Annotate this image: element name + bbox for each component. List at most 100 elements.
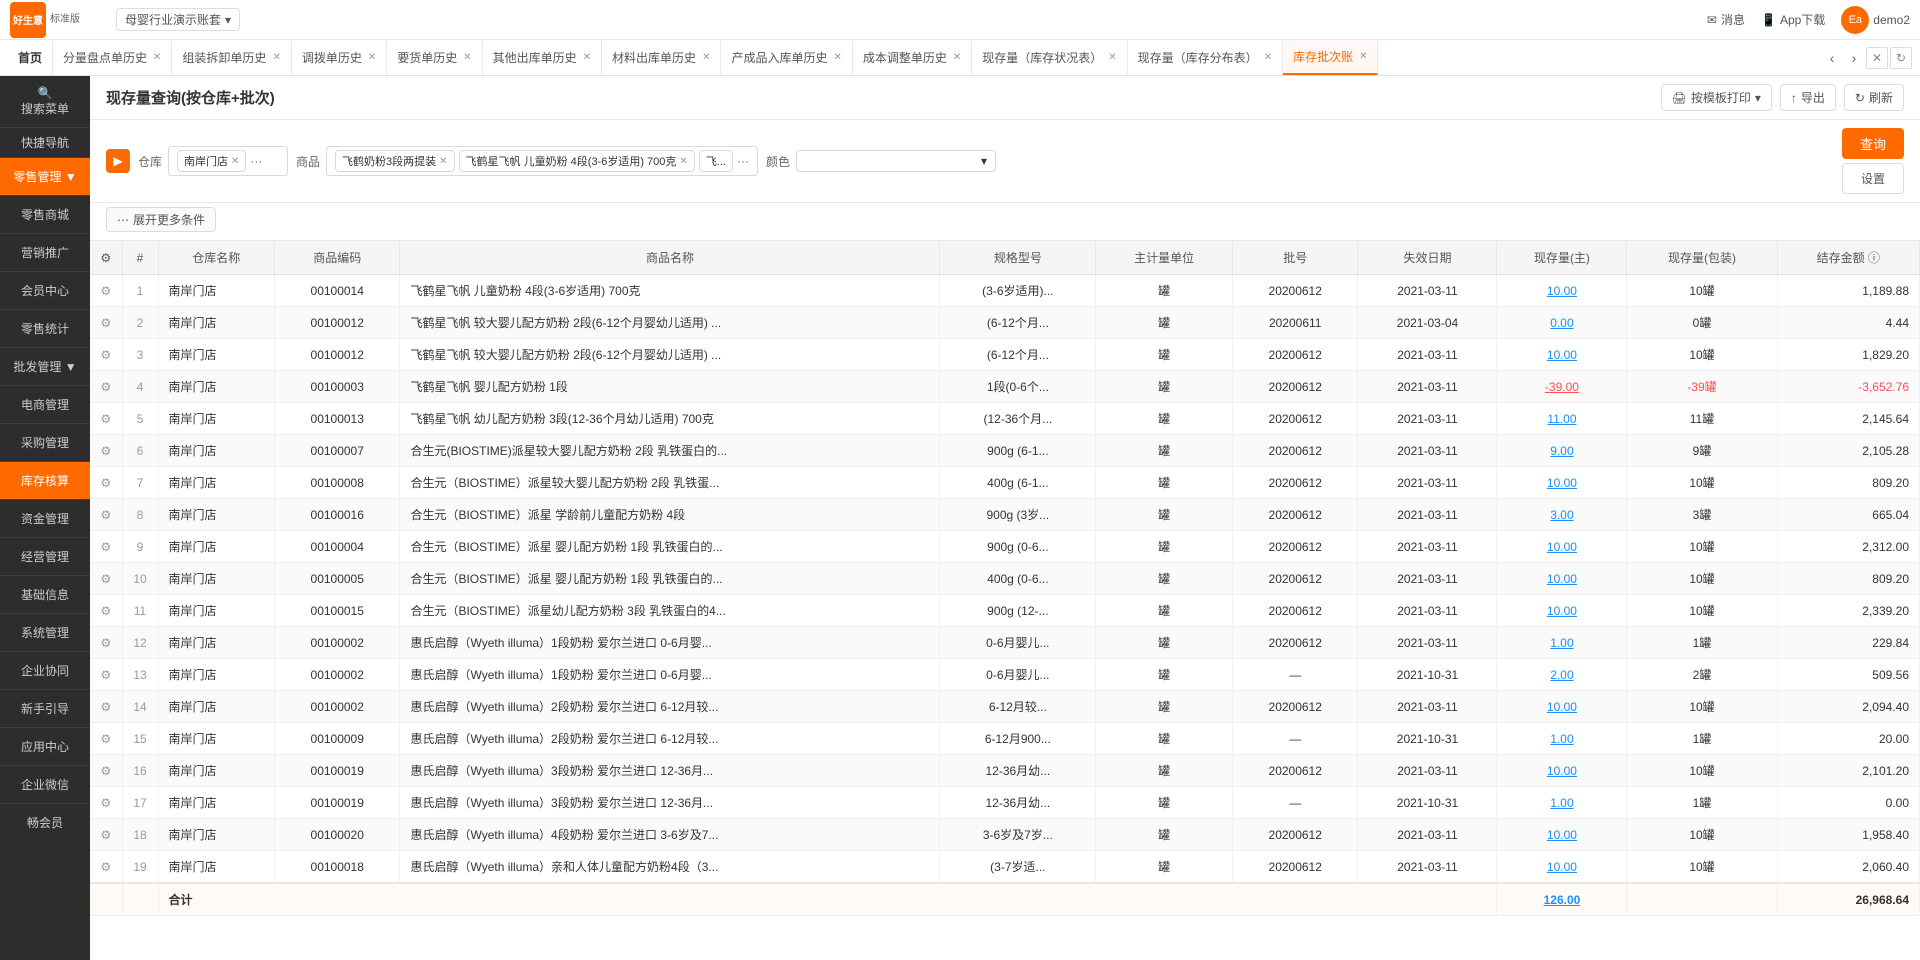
tab-close-xiancun1[interactable]: ✕ — [1108, 52, 1116, 63]
row-settings-icon[interactable]: ⚙ — [90, 435, 122, 467]
refresh-btn[interactable]: ↻ 刷新 — [1844, 84, 1904, 111]
warehouse-tag-close[interactable]: ✕ — [231, 156, 239, 167]
tab-yaohuo[interactable]: 要货单历史 ✕ — [387, 41, 482, 75]
sidebar-item-retail-stat[interactable]: 零售统计 — [0, 309, 90, 347]
tab-close-zuzhuang[interactable]: ✕ — [272, 52, 280, 63]
sidebar-item-inventory[interactable]: 库存核算 — [0, 461, 90, 499]
row-settings-icon[interactable]: ⚙ — [90, 787, 122, 819]
row-qty-main[interactable]: 10.00 — [1497, 755, 1627, 787]
app-download-btn[interactable]: 📱 App下载 — [1761, 11, 1825, 28]
sidebar-search[interactable]: 🔍 搜索菜单 — [0, 76, 90, 127]
tab-next-btn[interactable]: › — [1844, 48, 1864, 68]
tab-close-cailiao[interactable]: ✕ — [702, 52, 710, 63]
sidebar-item-operation[interactable]: 经营管理 — [0, 537, 90, 575]
row-qty-main[interactable]: 10.00 — [1497, 851, 1627, 884]
row-settings-icon[interactable]: ⚙ — [90, 755, 122, 787]
row-qty-main[interactable]: 10.00 — [1497, 691, 1627, 723]
tab-chengben[interactable]: 成本调整单历史 ✕ — [853, 41, 972, 75]
row-settings-icon[interactable]: ⚙ — [90, 371, 122, 403]
tab-qita[interactable]: 其他出库单历史 ✕ — [483, 41, 602, 75]
tab-close-qita[interactable]: ✕ — [583, 52, 591, 63]
row-settings-icon[interactable]: ⚙ — [90, 563, 122, 595]
sidebar-item-app-center[interactable]: 应用中心 — [0, 727, 90, 765]
row-qty-main[interactable]: 10.00 — [1497, 563, 1627, 595]
tab-close-diaobo[interactable]: ✕ — [368, 52, 376, 63]
goods-input[interactable]: 飞鹤奶粉3段两提装 ✕ 飞鹤星飞帆 儿童奶粉 4段(3-6岁适用) 700克 ✕… — [326, 146, 758, 176]
sidebar-item-member[interactable]: 会员中心 — [0, 271, 90, 309]
row-settings-icon[interactable]: ⚙ — [90, 467, 122, 499]
template-print-btn[interactable]: 🖨 按模板打印 ▾ — [1661, 84, 1772, 111]
query-btn[interactable]: 查询 — [1842, 128, 1904, 159]
tab-close-yaohuo[interactable]: ✕ — [463, 52, 471, 63]
row-qty-main[interactable]: 3.00 — [1497, 499, 1627, 531]
color-input[interactable]: ▾ — [796, 150, 996, 172]
row-qty-main[interactable]: 10.00 — [1497, 819, 1627, 851]
sidebar-item-ecommerce[interactable]: 电商管理 — [0, 385, 90, 423]
tab-chancheng[interactable]: 产成品入库单历史 ✕ — [721, 41, 852, 75]
row-qty-main[interactable]: 10.00 — [1497, 467, 1627, 499]
tab-kucun-pici[interactable]: 库存批次账 ✕ — [1283, 41, 1378, 75]
sidebar-item-marketing[interactable]: 营销推广 — [0, 233, 90, 271]
row-settings-icon[interactable]: ⚙ — [90, 531, 122, 563]
sidebar-item-finance[interactable]: 资金管理 — [0, 499, 90, 537]
row-qty-main[interactable]: 2.00 — [1497, 659, 1627, 691]
row-qty-main[interactable]: 9.00 — [1497, 435, 1627, 467]
goods-more-icon[interactable]: ··· — [737, 154, 749, 168]
tab-zuzhuang[interactable]: 组装拆卸单历史 ✕ — [172, 41, 291, 75]
sidebar-item-purchase[interactable]: 采购管理 — [0, 423, 90, 461]
row-settings-icon[interactable]: ⚙ — [90, 307, 122, 339]
more-icon[interactable]: ··· — [250, 154, 262, 168]
row-qty-main[interactable]: 1.00 — [1497, 627, 1627, 659]
row-qty-main[interactable]: 10.00 — [1497, 339, 1627, 371]
setting-btn[interactable]: 设置 — [1842, 163, 1904, 194]
sidebar-item-retail-shop[interactable]: 零售商城 — [0, 195, 90, 233]
row-settings-icon[interactable]: ⚙ — [90, 691, 122, 723]
tab-close-xiancun2[interactable]: ✕ — [1264, 52, 1272, 63]
row-settings-icon[interactable]: ⚙ — [90, 339, 122, 371]
tab-refresh-btn[interactable]: ↻ — [1890, 47, 1912, 69]
industry-selector[interactable]: 母婴行业演示账套 ▾ — [116, 8, 240, 31]
sidebar-item-wechat[interactable]: 企业微信 — [0, 765, 90, 803]
row-qty-main[interactable]: 0.00 — [1497, 307, 1627, 339]
row-qty-main[interactable]: 1.00 — [1497, 723, 1627, 755]
row-settings-icon[interactable]: ⚙ — [90, 723, 122, 755]
tab-cailiao[interactable]: 材料出库单历史 ✕ — [602, 41, 721, 75]
tab-fenliang[interactable]: 分量盘点单历史 ✕ — [53, 41, 172, 75]
tab-close-chengben[interactable]: ✕ — [953, 52, 961, 63]
sidebar-quick-nav[interactable]: 快捷导航 — [0, 127, 90, 157]
tab-diaobo[interactable]: 调拨单历史 ✕ — [292, 41, 387, 75]
tab-xiancun2[interactable]: 现存量（库存分布表） ✕ — [1128, 41, 1283, 75]
goods-tag1-close[interactable]: ✕ — [439, 156, 447, 167]
expand-more-btn[interactable]: ⋯ 展开更多条件 — [106, 207, 216, 232]
sidebar-item-retail[interactable]: 零售管理 ▼ — [0, 157, 90, 195]
sidebar-item-wholesale[interactable]: 批发管理 ▼ — [0, 347, 90, 385]
tab-close-fenliang[interactable]: ✕ — [153, 52, 161, 63]
row-settings-icon[interactable]: ⚙ — [90, 627, 122, 659]
row-settings-icon[interactable]: ⚙ — [90, 659, 122, 691]
row-settings-icon[interactable]: ⚙ — [90, 499, 122, 531]
row-settings-icon[interactable]: ⚙ — [90, 819, 122, 851]
row-settings-icon[interactable]: ⚙ — [90, 851, 122, 884]
sidebar-item-changyuanvip[interactable]: 畅会员 — [0, 803, 90, 841]
tab-home[interactable]: 首页 — [8, 41, 53, 75]
row-settings-icon[interactable]: ⚙ — [90, 595, 122, 627]
row-qty-main[interactable]: 10.00 — [1497, 595, 1627, 627]
tab-xiancun1[interactable]: 现存量（库存状况表） ✕ — [972, 41, 1127, 75]
row-qty-main[interactable]: 11.00 — [1497, 403, 1627, 435]
row-qty-main[interactable]: 1.00 — [1497, 787, 1627, 819]
tab-close-kucun[interactable]: ✕ — [1359, 51, 1367, 62]
row-qty-main[interactable]: 10.00 — [1497, 275, 1627, 307]
goods-tag2-close[interactable]: ✕ — [679, 156, 687, 167]
filter-toggle-btn[interactable]: ▶ — [106, 149, 130, 173]
row-qty-main[interactable]: -39.00 — [1497, 371, 1627, 403]
tab-close-all-btn[interactable]: ✕ — [1866, 47, 1888, 69]
export-btn[interactable]: ↑ 导出 — [1780, 84, 1836, 111]
tab-prev-btn[interactable]: ‹ — [1822, 48, 1842, 68]
row-qty-main[interactable]: 10.00 — [1497, 531, 1627, 563]
warehouse-input[interactable]: 南岸门店 ✕ ··· — [168, 146, 288, 176]
message-btn[interactable]: ✉ 消息 — [1707, 11, 1745, 28]
sidebar-item-corp[interactable]: 企业协同 — [0, 651, 90, 689]
sidebar-item-guide[interactable]: 新手引导 — [0, 689, 90, 727]
row-settings-icon[interactable]: ⚙ — [90, 275, 122, 307]
row-settings-icon[interactable]: ⚙ — [90, 403, 122, 435]
